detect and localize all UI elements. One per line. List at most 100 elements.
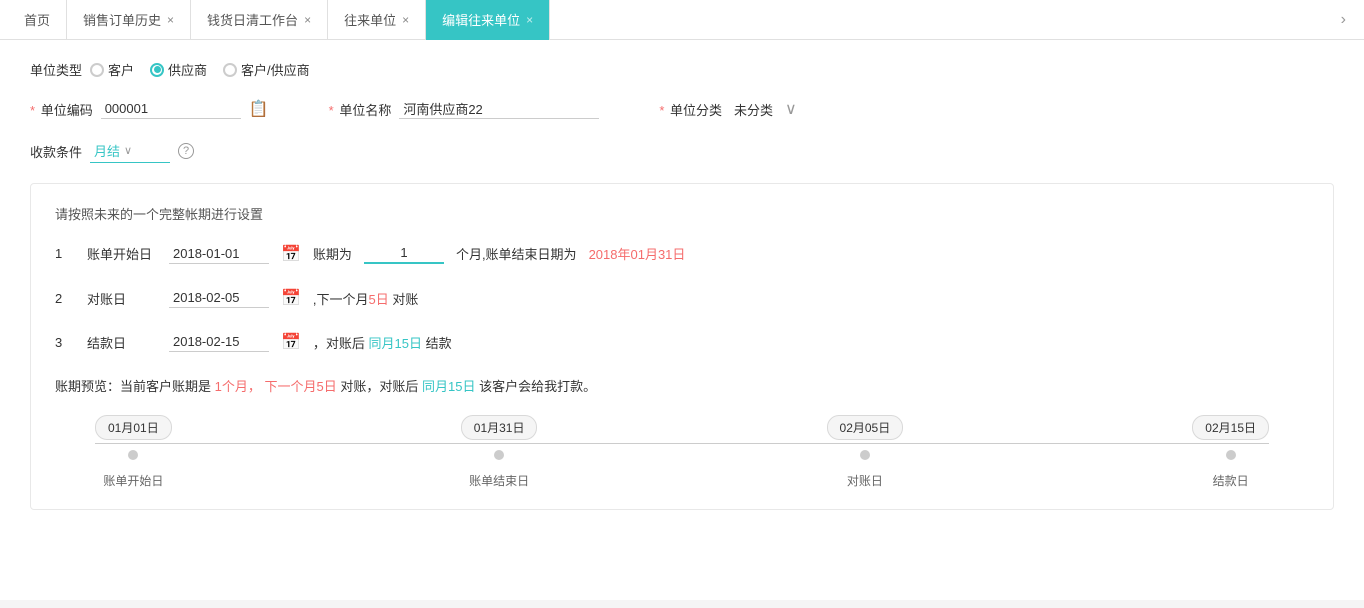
tab-sales-history[interactable]: 销售订单历史 × — [67, 0, 191, 40]
setting-row-3: 3 结款日 📅 ，对账后 同月15日 结款 — [55, 332, 1309, 352]
tab-edit-partner[interactable]: 编辑往来单位 × — [426, 0, 550, 40]
unit-name-field: * 单位名称 — [329, 99, 600, 119]
payment-terms-value: 月结 — [94, 141, 120, 160]
radio-customer-circle — [90, 63, 104, 77]
unit-code-field: * 单位编码 📋 — [30, 99, 269, 119]
unit-code-icon[interactable]: 📋 — [249, 99, 269, 119]
close-partner-units-icon[interactable]: × — [402, 13, 409, 27]
unit-code-input[interactable] — [101, 99, 241, 119]
step-3-label: 结款日 — [87, 333, 157, 352]
radio-customer[interactable]: 客户 — [90, 60, 134, 79]
timeline-node-0: 01月01日 账单开始日 — [95, 415, 172, 489]
period-input[interactable] — [364, 243, 444, 264]
tabs-bar: 首页 销售订单历史 × 钱货日清工作台 × 往来单位 × 编辑往来单位 × › — [0, 0, 1364, 40]
step-1-num: 1 — [55, 246, 75, 261]
close-cash-daily-icon[interactable]: × — [304, 13, 311, 27]
step-2-num: 2 — [55, 291, 75, 306]
tab-cash-daily-label: 钱货日清工作台 — [207, 10, 298, 29]
unit-category-label: * 单位分类 — [659, 100, 722, 119]
payment-terms-select[interactable]: 月结 ∨ — [90, 139, 170, 163]
node-date-1: 01月31日 — [461, 415, 538, 440]
node-desc-2: 对账日 — [847, 472, 883, 489]
radio-supplier-label: 供应商 — [168, 60, 207, 79]
node-desc-1: 账单结束日 — [469, 472, 529, 489]
close-sales-history-icon[interactable]: × — [167, 13, 174, 27]
setting-row-1: 1 账单开始日 📅 账期为 个月,账单结束日期为 2018年01月31日 — [55, 243, 1309, 264]
unit-category-field: * 单位分类 未分类 ∨ — [659, 99, 796, 119]
radio-supplier[interactable]: 供应商 — [150, 60, 207, 79]
tab-home[interactable]: 首页 — [8, 0, 67, 40]
step-2-suffix: ,下一个月5日 对账 — [313, 289, 418, 308]
payment-terms-row: 收款条件 月结 ∨ ? — [30, 139, 1334, 163]
node-desc-0: 账单开始日 — [103, 472, 163, 489]
payment-date-input[interactable] — [169, 332, 269, 352]
step-2-label: 对账日 — [87, 289, 157, 308]
radio-customer-supplier-circle — [223, 63, 237, 77]
unit-category-required: * — [659, 103, 664, 118]
payment-terms-field: 收款条件 月结 ∨ ? — [30, 139, 194, 163]
unit-type-field: 单位类型 客户 供应商 客户/供应商 — [30, 60, 310, 79]
payment-terms-arrow-icon: ∨ — [124, 144, 132, 157]
tab-partner-units-label: 往来单位 — [344, 10, 396, 29]
node-desc-3: 结款日 — [1213, 472, 1249, 489]
unit-name-required: * — [329, 103, 334, 118]
step-1-result-date: 2018年01月31日 — [589, 244, 686, 263]
step-1-suffix: 个月,账单结束日期为 — [456, 244, 577, 263]
preview-part1: 1个月， — [215, 379, 261, 394]
preview-text: 账期预览：当前客户账期是 1个月， 下一个月5日 对账，对账后 同月15日 该客… — [55, 376, 1309, 395]
radio-customer-supplier-label: 客户/供应商 — [241, 60, 310, 79]
node-dot-0 — [128, 450, 138, 460]
node-dot-3 — [1226, 450, 1236, 460]
node-dot-2 — [860, 450, 870, 460]
preview-part2: 下一个月5日 — [265, 379, 337, 394]
tab-edit-partner-label: 编辑往来单位 — [442, 10, 520, 29]
step-3-num: 3 — [55, 335, 75, 350]
unit-category-dropdown-icon[interactable]: ∨ — [785, 99, 797, 119]
timeline-node-2: 02月05日 对账日 — [827, 415, 904, 489]
panel-description: 请按照未来的一个完整帐期进行设置 — [55, 204, 1309, 223]
radio-supplier-circle — [150, 63, 164, 77]
preview-part3: 对账，对账后 — [340, 379, 418, 394]
step-1-label: 账单开始日 — [87, 244, 157, 263]
unit-info-row: * 单位编码 📋 * 单位名称 * 单位分类 未分类 ∨ — [30, 99, 1334, 119]
node-date-3: 02月15日 — [1192, 415, 1269, 440]
settings-panel: 请按照未来的一个完整帐期进行设置 1 账单开始日 📅 账期为 个月,账单结束日期… — [30, 183, 1334, 510]
step-1-period-label: 账期为 — [313, 244, 352, 263]
payment-terms-label: 收款条件 — [30, 142, 82, 161]
radio-customer-label: 客户 — [108, 60, 134, 79]
unit-name-input[interactable] — [399, 99, 599, 119]
unit-category-value: 未分类 — [734, 100, 773, 119]
tab-home-label: 首页 — [24, 10, 50, 29]
preview-part4: 同月15日 — [422, 379, 475, 394]
unit-code-required: * — [30, 103, 35, 118]
unit-code-label: * 单位编码 — [30, 100, 93, 119]
tab-cash-daily[interactable]: 钱货日清工作台 × — [191, 0, 328, 40]
start-date-input[interactable] — [169, 244, 269, 264]
timeline-nodes: 01月01日 账单开始日 01月31日 账单结束日 02月05日 对账日 02月… — [95, 415, 1269, 489]
reconcile-date-calendar-icon[interactable]: 📅 — [281, 288, 301, 308]
tab-more-button[interactable]: › — [1331, 11, 1356, 29]
step-3-suffix: ，对账后 同月15日 结款 — [313, 333, 452, 352]
unit-name-label: * 单位名称 — [329, 100, 392, 119]
payment-date-calendar-icon[interactable]: 📅 — [281, 332, 301, 352]
radio-customer-supplier[interactable]: 客户/供应商 — [223, 60, 310, 79]
unit-type-radio-group: 客户 供应商 客户/供应商 — [90, 60, 310, 79]
setting-row-2: 2 对账日 📅 ,下一个月5日 对账 — [55, 288, 1309, 308]
tab-sales-history-label: 销售订单历史 — [83, 10, 161, 29]
node-dot-1 — [494, 450, 504, 460]
timeline-node-3: 02月15日 结款日 — [1192, 415, 1269, 489]
timeline-wrapper: 01月01日 账单开始日 01月31日 账单结束日 02月05日 对账日 02月… — [55, 415, 1309, 489]
node-date-2: 02月05日 — [827, 415, 904, 440]
preview-label: 账期预览：当前客户账期是 — [55, 379, 211, 394]
node-date-0: 01月01日 — [95, 415, 172, 440]
reconcile-date-input[interactable] — [169, 288, 269, 308]
preview-part5: 该客户会给我打款。 — [479, 379, 596, 394]
payment-terms-help-icon[interactable]: ? — [178, 143, 194, 159]
close-edit-partner-icon[interactable]: × — [526, 13, 533, 27]
main-content: 单位类型 客户 供应商 客户/供应商 * 单位编码 — [0, 40, 1364, 600]
tab-partner-units[interactable]: 往来单位 × — [328, 0, 426, 40]
unit-type-label: 单位类型 — [30, 60, 82, 79]
timeline-node-1: 01月31日 账单结束日 — [461, 415, 538, 489]
start-date-calendar-icon[interactable]: 📅 — [281, 244, 301, 264]
unit-type-row: 单位类型 客户 供应商 客户/供应商 — [30, 60, 1334, 79]
